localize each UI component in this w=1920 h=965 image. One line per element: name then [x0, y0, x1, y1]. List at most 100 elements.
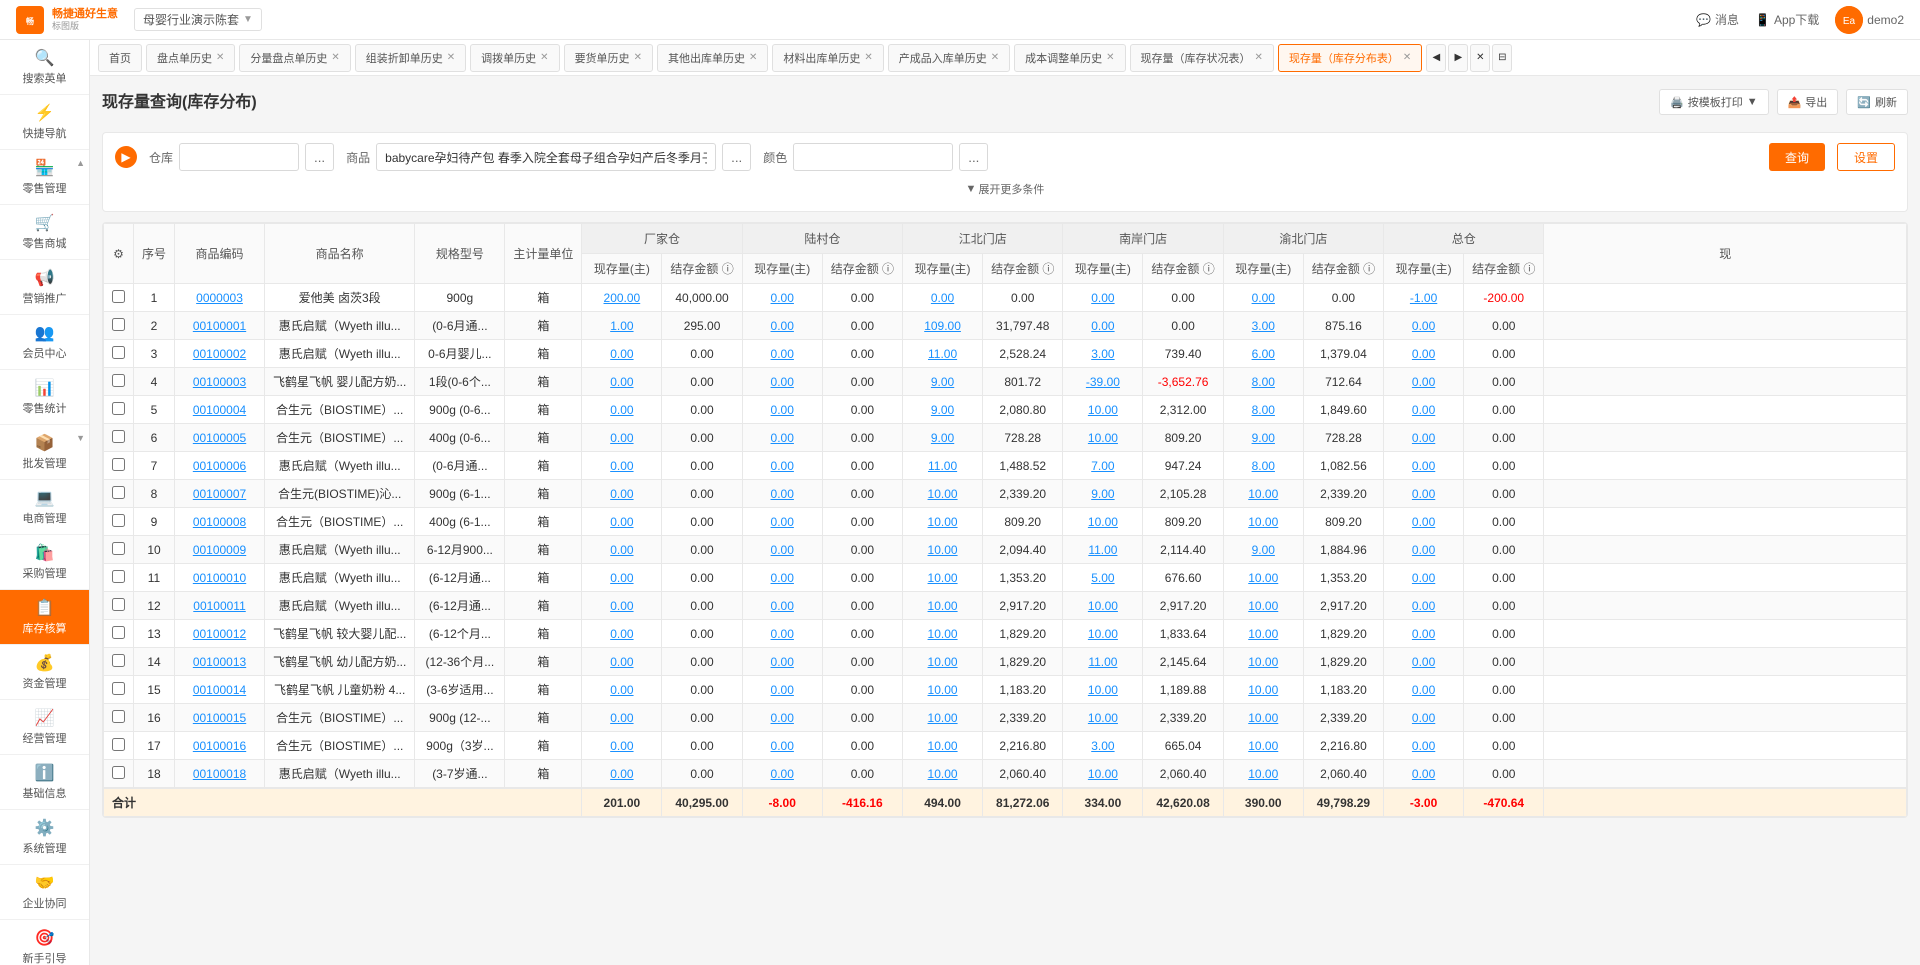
row-code[interactable]: 00100015 [175, 704, 265, 732]
row-na-stock[interactable]: 0.00 [1063, 312, 1143, 340]
row-code[interactable]: 00100010 [175, 564, 265, 592]
row-yb-stock[interactable]: 10.00 [1223, 592, 1303, 620]
row-na-stock[interactable]: 10.00 [1063, 676, 1143, 704]
tab-assembly[interactable]: 组装折卸单历史 ✕ [355, 44, 466, 72]
row-code[interactable]: 00100001 [175, 312, 265, 340]
user-area[interactable]: Ea demo2 [1835, 6, 1904, 34]
row-code[interactable]: 00100004 [175, 396, 265, 424]
row-check[interactable] [104, 396, 134, 424]
row-na-stock[interactable]: 10.00 [1063, 704, 1143, 732]
sidebar-item-purchase[interactable]: 🛍️ 采购管理 [0, 535, 89, 590]
warehouse-input[interactable] [179, 143, 299, 171]
row-check[interactable] [104, 452, 134, 480]
tab-partial-close[interactable]: ✕ [331, 52, 339, 63]
row-fj-stock[interactable]: 0.00 [582, 368, 662, 396]
row-na-stock[interactable]: 3.00 [1063, 732, 1143, 760]
row-check[interactable] [104, 368, 134, 396]
row-jb-stock[interactable]: 0.00 [903, 284, 983, 312]
row-na-stock[interactable]: 11.00 [1063, 536, 1143, 564]
row-fj-stock[interactable]: 0.00 [582, 592, 662, 620]
row-na-stock[interactable]: 0.00 [1063, 284, 1143, 312]
row-fj-stock[interactable]: 200.00 [582, 284, 662, 312]
row-tot-stock[interactable]: 0.00 [1384, 648, 1464, 676]
row-fj-stock[interactable]: 0.00 [582, 732, 662, 760]
sidebar-item-retail[interactable]: 🏪 零售管理 ▲ [0, 150, 89, 205]
row-code[interactable]: 00100002 [175, 340, 265, 368]
row-check[interactable] [104, 648, 134, 676]
sidebar-item-retail-stats[interactable]: 📊 零售统计 [0, 370, 89, 425]
sidebar-item-nav[interactable]: ⚡ 快捷导航 [0, 95, 89, 150]
row-lc-stock[interactable]: 0.00 [742, 536, 822, 564]
row-tot-stock[interactable]: 0.00 [1384, 760, 1464, 789]
row-lc-stock[interactable]: 0.00 [742, 648, 822, 676]
row-na-stock[interactable]: 10.00 [1063, 592, 1143, 620]
row-code[interactable]: 00100006 [175, 452, 265, 480]
sidebar-item-ops[interactable]: 📈 经营管理 [0, 700, 89, 755]
product-input[interactable] [376, 143, 716, 171]
sidebar-item-basic[interactable]: ℹ️ 基础信息 [0, 755, 89, 810]
row-lc-stock[interactable]: 0.00 [742, 312, 822, 340]
row-lc-stock[interactable]: 0.00 [742, 424, 822, 452]
row-check[interactable] [104, 284, 134, 312]
row-jb-stock[interactable]: 11.00 [903, 452, 983, 480]
row-fj-stock[interactable]: 1.00 [582, 312, 662, 340]
sidebar-item-search[interactable]: 🔍 搜索英单 [0, 40, 89, 95]
row-jb-stock[interactable]: 10.00 [903, 536, 983, 564]
sidebar-item-system[interactable]: ⚙️ 系统管理 [0, 810, 89, 865]
row-check[interactable] [104, 704, 134, 732]
row-tot-stock[interactable]: 0.00 [1384, 704, 1464, 732]
row-lc-stock[interactable]: 0.00 [742, 592, 822, 620]
row-lc-stock[interactable]: 0.00 [742, 704, 822, 732]
product-dots-btn[interactable]: ... [722, 143, 751, 171]
row-code[interactable]: 00100005 [175, 424, 265, 452]
tab-outbound[interactable]: 其他出库单历史 ✕ [657, 44, 768, 72]
sidebar-item-wholesale[interactable]: 📦 批发管理 ▼ [0, 425, 89, 480]
messages-btn[interactable]: 💬 消息 [1696, 11, 1739, 28]
row-code[interactable]: 00100011 [175, 592, 265, 620]
row-fj-stock[interactable]: 0.00 [582, 760, 662, 789]
row-lc-stock[interactable]: 0.00 [742, 480, 822, 508]
row-yb-stock[interactable]: 10.00 [1223, 704, 1303, 732]
tab-order-close[interactable]: ✕ [634, 52, 642, 63]
row-jb-stock[interactable]: 109.00 [903, 312, 983, 340]
row-na-stock[interactable]: 9.00 [1063, 480, 1143, 508]
row-yb-stock[interactable]: 9.00 [1223, 424, 1303, 452]
tab-transfer-close[interactable]: ✕ [540, 52, 548, 63]
tab-stocktake-close[interactable]: ✕ [216, 52, 224, 63]
sidebar-item-finance[interactable]: 💰 资金管理 [0, 645, 89, 700]
row-code[interactable]: 00100003 [175, 368, 265, 396]
row-jb-stock[interactable]: 11.00 [903, 340, 983, 368]
row-fj-stock[interactable]: 0.00 [582, 620, 662, 648]
row-tot-stock[interactable]: -1.00 [1384, 284, 1464, 312]
row-jb-stock[interactable]: 10.00 [903, 648, 983, 676]
row-tot-stock[interactable]: 0.00 [1384, 676, 1464, 704]
row-lc-stock[interactable]: 0.00 [742, 340, 822, 368]
row-lc-stock[interactable]: 0.00 [742, 368, 822, 396]
row-tot-stock[interactable]: 0.00 [1384, 340, 1464, 368]
row-code[interactable]: 00100009 [175, 536, 265, 564]
sidebar-item-guide[interactable]: 🎯 新手引导 [0, 920, 89, 965]
row-code[interactable]: 00100016 [175, 732, 265, 760]
row-code[interactable]: 00100008 [175, 508, 265, 536]
row-tot-stock[interactable]: 0.00 [1384, 368, 1464, 396]
row-fj-stock[interactable]: 0.00 [582, 648, 662, 676]
row-check[interactable] [104, 564, 134, 592]
row-tot-stock[interactable]: 0.00 [1384, 620, 1464, 648]
row-jb-stock[interactable]: 9.00 [903, 368, 983, 396]
app-download-btn[interactable]: 📱 App下载 [1755, 11, 1819, 28]
row-check[interactable] [104, 620, 134, 648]
row-code[interactable]: 00100014 [175, 676, 265, 704]
row-yb-stock[interactable]: 10.00 [1223, 480, 1303, 508]
row-check[interactable] [104, 340, 134, 368]
tab-partial-stocktake[interactable]: 分量盘点单历史 ✕ [239, 44, 350, 72]
row-jb-stock[interactable]: 10.00 [903, 620, 983, 648]
setting-btn[interactable]: 设置 [1837, 143, 1895, 171]
row-yb-stock[interactable]: 6.00 [1223, 340, 1303, 368]
tab-transfer[interactable]: 调拨单历史 ✕ [470, 44, 559, 72]
tab-order[interactable]: 要货单历史 ✕ [564, 44, 653, 72]
tab-material[interactable]: 材料出库单历史 ✕ [772, 44, 883, 72]
row-tot-stock[interactable]: 0.00 [1384, 564, 1464, 592]
row-code[interactable]: 00100012 [175, 620, 265, 648]
tab-inventory-dist-close[interactable]: ✕ [1403, 52, 1411, 63]
color-input[interactable] [793, 143, 953, 171]
